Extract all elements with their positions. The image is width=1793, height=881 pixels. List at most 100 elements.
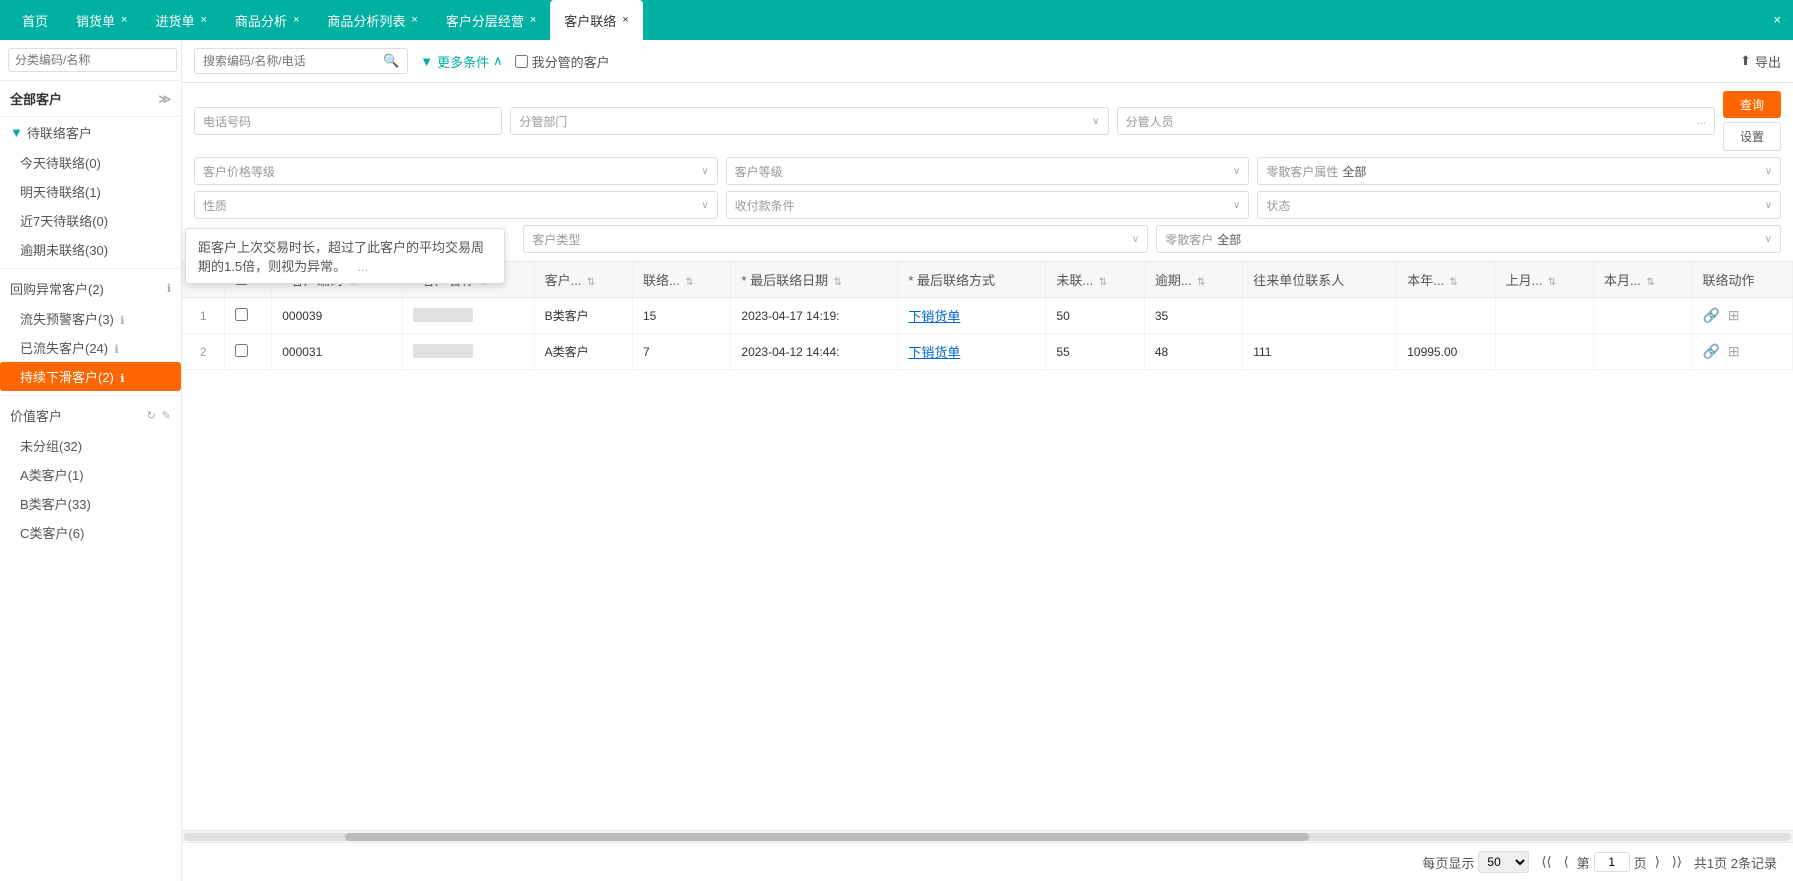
sidebar-item-overdue[interactable]: 逾期未联络(30) — [0, 235, 181, 264]
row-overdue: 48 — [1144, 334, 1242, 370]
sidebar-item-tomorrow[interactable]: 明天待联络(1) — [0, 177, 181, 206]
refresh-icon[interactable]: ↻ — [147, 409, 156, 422]
nav-tab-analysis[interactable]: 商品分析 × — [221, 0, 313, 40]
row-checkbox-cell[interactable] — [225, 298, 272, 334]
contact-column-header[interactable]: 联络... ⇅ — [633, 262, 731, 298]
gender-field[interactable]: 性质 ∨ — [194, 191, 718, 219]
close-all-button[interactable]: × — [1773, 11, 1781, 29]
dept-field[interactable]: 分管部门 ∨ — [510, 107, 1108, 135]
sort-icon[interactable]: ⇅ — [1646, 277, 1654, 288]
sort-icon[interactable]: ⇅ — [1197, 277, 1205, 288]
no-contact-column-header[interactable]: 未联... ⇅ — [1046, 262, 1144, 298]
settings-button[interactable]: 设置 — [1723, 122, 1781, 151]
tooltip-more[interactable]: ... — [357, 259, 368, 274]
sidebar-search-input[interactable] — [8, 48, 177, 72]
sort-icon[interactable]: ⇅ — [1449, 277, 1457, 288]
info-icon[interactable]: ℹ — [167, 282, 171, 295]
divider2 — [0, 395, 181, 396]
last-month-column-header[interactable]: 上月... ⇅ — [1495, 262, 1593, 298]
nav-tab-home[interactable]: 首页 — [8, 0, 62, 40]
sidebar-item-churned[interactable]: 已流失客户(24) ℹ — [0, 333, 181, 362]
retail-attr-field[interactable]: 零散客户属性 全部 ∨ — [1257, 157, 1781, 185]
this-month-column-header[interactable]: 本月... ⇅ — [1594, 262, 1692, 298]
last-contact-date-column-header[interactable]: * 最后联络日期 ⇅ — [731, 262, 898, 298]
info-icon-small3[interactable]: ℹ — [120, 373, 124, 385]
last-page-button[interactable]: ⟩⟩ — [1668, 852, 1686, 872]
row-last-contact-method[interactable]: 下销货单 — [898, 298, 1046, 334]
page-number-input[interactable] — [1594, 852, 1630, 872]
my-customers-checkbox[interactable]: 我分管的客户 — [515, 52, 610, 71]
contact-person-column-header[interactable]: 往来单位联系人 — [1243, 262, 1397, 298]
sort-icon[interactable]: ⇅ — [1548, 277, 1556, 288]
sidebar-item-b-class[interactable]: B类客户(33) — [0, 489, 181, 518]
link-action-icon[interactable]: 🔗 — [1702, 343, 1719, 360]
edit-icon[interactable]: ✎ — [162, 409, 171, 422]
sidebar-item-declining[interactable]: 持续下滑客户(2) ℹ — [0, 362, 181, 391]
more-conditions-button[interactable]: ▼ 更多条件 ∧ — [420, 52, 502, 71]
row-checkbox[interactable] — [235, 308, 248, 321]
sidebar-item-today[interactable]: 今天待联络(0) — [0, 148, 181, 177]
sidebar-item-a-class[interactable]: A类客户(1) — [0, 460, 181, 489]
overdue-column-header[interactable]: 逾期... ⇅ — [1144, 262, 1242, 298]
grid-action-icon[interactable]: ⊞ — [1728, 343, 1740, 360]
collapse-icon[interactable]: ≫ — [158, 92, 171, 106]
price-grade-field[interactable]: 客户价格等级 ∨ — [194, 157, 718, 185]
my-customers-check[interactable] — [515, 55, 528, 68]
close-icon[interactable]: × — [121, 14, 127, 26]
row-last-contact-method[interactable]: 下销货单 — [898, 334, 1046, 370]
sort-icon[interactable]: ⇅ — [685, 277, 693, 288]
grid-action-icon[interactable]: ⊞ — [1728, 307, 1740, 324]
retail-customer-field[interactable]: 零散客户 全部 ∨ — [1156, 225, 1781, 253]
close-icon[interactable]: × — [293, 14, 299, 26]
payment-field[interactable]: 收付款条件 ∨ — [726, 191, 1250, 219]
main-layout: 🔍 全部客户 ≫ ▼ 待联络客户 今天待联络(0) 明天待联络(1) 近7天待联… — [0, 40, 1793, 881]
sort-icon[interactable]: ⇅ — [1099, 277, 1107, 288]
more-icon[interactable]: ... — [1697, 115, 1706, 127]
row-checkbox[interactable] — [235, 344, 248, 357]
close-icon[interactable]: × — [411, 14, 417, 26]
sidebar-all-customers[interactable]: 全部客户 ≫ — [0, 81, 181, 117]
nav-tab-analysis-list[interactable]: 商品分析列表 × — [313, 0, 431, 40]
sort-icon[interactable]: ⇅ — [833, 277, 841, 288]
nav-tab-purchase[interactable]: 进货单 × — [141, 0, 220, 40]
link-action-icon[interactable]: 🔗 — [1702, 307, 1719, 324]
horizontal-scrollbar[interactable] — [182, 830, 1793, 842]
manager-field[interactable]: 分管人员 ... — [1117, 107, 1715, 135]
next-page-button[interactable]: ⟩ — [1651, 852, 1664, 872]
phone-field[interactable]: 电话号码 — [194, 107, 502, 135]
sidebar-section-pending[interactable]: ▼ 待联络客户 — [0, 117, 181, 148]
row-checkbox-cell[interactable] — [225, 334, 272, 370]
sidebar-item-ungroup[interactable]: 未分组(32) — [0, 431, 181, 460]
close-icon[interactable]: × — [530, 14, 536, 26]
customer-type-field[interactable]: 客户类型 ∨ — [523, 225, 1148, 253]
scrollbar-thumb[interactable] — [345, 833, 1309, 841]
contact-method-link[interactable]: 下销货单 — [908, 309, 960, 324]
customer-grade-field[interactable]: 客户等级 ∨ — [726, 157, 1250, 185]
scrollbar-track[interactable] — [184, 833, 1791, 841]
export-button[interactable]: ⬆ 导出 — [1740, 52, 1781, 71]
grade-column-header[interactable]: 客户... ⇅ — [534, 262, 632, 298]
nav-tab-customer-mgmt[interactable]: 客户分层经营 × — [432, 0, 550, 40]
prev-page-button[interactable]: ⟨ — [1560, 852, 1573, 872]
sidebar-section-value[interactable]: 价值客户 ↻ ✎ — [0, 400, 181, 431]
search-icon[interactable]: 🔍 — [383, 53, 399, 69]
query-button[interactable]: 查询 — [1723, 91, 1781, 118]
sidebar-item-churn-warning[interactable]: 流失预警客户(3) ℹ — [0, 304, 181, 333]
sidebar-item-7days[interactable]: 近7天待联络(0) — [0, 206, 181, 235]
sidebar-section-abnormal[interactable]: 回购异常客户(2) ℹ — [0, 273, 181, 304]
sort-icon[interactable]: ⇅ — [587, 277, 595, 288]
sidebar-item-c-class[interactable]: C类客户(6) — [0, 518, 181, 547]
status-field[interactable]: 状态 ∨ — [1257, 191, 1781, 219]
close-icon[interactable]: × — [622, 14, 628, 26]
close-icon[interactable]: × — [200, 14, 206, 26]
contact-method-link[interactable]: 下销货单 — [908, 345, 960, 360]
info-icon-small[interactable]: ℹ — [120, 315, 124, 327]
first-page-button[interactable]: ⟨⟨ — [1537, 852, 1555, 872]
last-contact-method-column-header[interactable]: * 最后联络方式 — [898, 262, 1046, 298]
nav-tab-customer-contact[interactable]: 客户联络 × — [550, 0, 642, 40]
per-page-select[interactable]: 50 10 20 100 — [1478, 851, 1529, 873]
info-icon-small2[interactable]: ℹ — [114, 344, 118, 356]
this-year-column-header[interactable]: 本年... ⇅ — [1397, 262, 1495, 298]
nav-tab-sales[interactable]: 销货单 × — [62, 0, 141, 40]
search-input[interactable] — [203, 54, 383, 68]
